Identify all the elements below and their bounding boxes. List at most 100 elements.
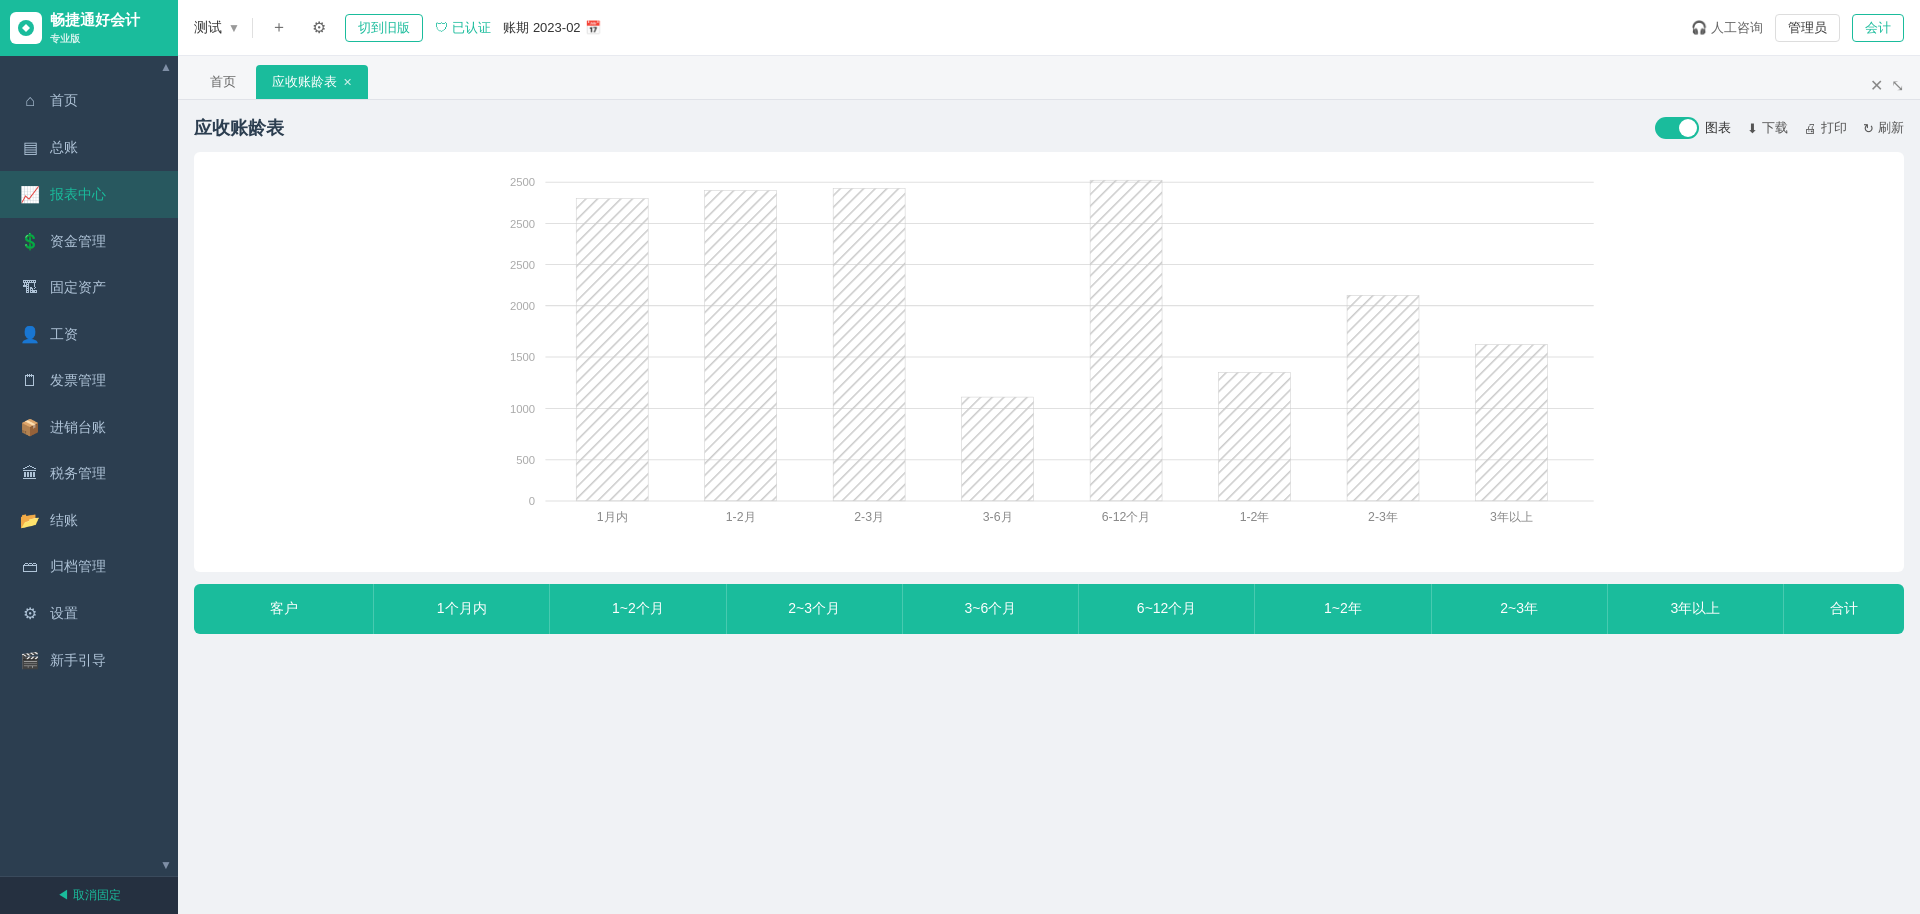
- tab-aging[interactable]: 应收账龄表 ✕: [256, 65, 368, 99]
- sidebar-item-wages[interactable]: 👤 工资: [0, 311, 178, 358]
- tab-home-label: 首页: [210, 73, 236, 91]
- refresh-label: 刷新: [1878, 119, 1904, 137]
- sidebar-item-close[interactable]: 📂 结账: [0, 497, 178, 544]
- sidebar-item-settings[interactable]: ⚙ 设置: [0, 590, 178, 637]
- calendar-icon[interactable]: 📅: [585, 20, 601, 35]
- headset-icon: 🎧: [1691, 20, 1707, 35]
- sidebar-label-tax: 税务管理: [50, 465, 106, 483]
- close-book-icon: 📂: [20, 511, 40, 530]
- sidebar-label-home: 首页: [50, 92, 78, 110]
- svg-text:1-2月: 1-2月: [726, 510, 756, 524]
- sidebar-label-inventory: 进销台账: [50, 419, 106, 437]
- invoice-icon: 🗒: [20, 372, 40, 390]
- bar-3年以上: [1476, 345, 1548, 501]
- guide-icon: 🎬: [20, 651, 40, 670]
- print-label: 打印: [1821, 119, 1847, 137]
- period-display: 账期 2023-02 📅: [503, 19, 601, 37]
- svg-text:6-12个月: 6-12个月: [1102, 510, 1151, 524]
- sidebar-label-funds: 资金管理: [50, 233, 106, 251]
- print-btn[interactable]: 🖨 打印: [1804, 119, 1847, 137]
- logo-icon: [10, 12, 42, 44]
- col-1-2m: 1~2个月: [550, 584, 726, 634]
- period-label: 账期: [503, 19, 529, 37]
- table-container: 客户 1个月内 1~2个月 2~3个月 3~6个月 6~12个月 1~2年 2~…: [194, 584, 1904, 634]
- page-actions: 图表 ⬇ 下载 🖨 打印 ↻ 刷新: [1655, 117, 1904, 139]
- svg-text:2500: 2500: [510, 218, 535, 230]
- page-header: 应收账龄表 图表 ⬇ 下载 🖨 打印 ↻: [194, 116, 1904, 140]
- sidebar-label-ledger: 总账: [50, 139, 78, 157]
- tab-close-icon[interactable]: ✕: [343, 76, 352, 89]
- sidebar-item-home[interactable]: ⌂ 首页: [0, 78, 178, 124]
- col-customer: 客户: [194, 584, 374, 634]
- chart-toggle-label: 图表: [1705, 119, 1731, 137]
- close-window-icon[interactable]: ✕: [1870, 76, 1883, 95]
- sidebar-label-wages: 工资: [50, 326, 78, 344]
- sidebar-item-ledger[interactable]: ▤ 总账: [0, 124, 178, 171]
- cancel-fixed-btn[interactable]: ◀ 取消固定: [0, 876, 178, 914]
- sidebar-item-tax[interactable]: 🏛 税务管理: [0, 451, 178, 497]
- sidebar-item-funds[interactable]: 💲 资金管理: [0, 218, 178, 265]
- add-btn[interactable]: ＋: [265, 14, 293, 42]
- archive-icon: 🗃: [20, 558, 40, 576]
- role-btn[interactable]: 会计: [1852, 14, 1904, 42]
- sidebar-item-reports[interactable]: 📈 报表中心: [0, 171, 178, 218]
- col-3-6m: 3~6个月: [903, 584, 1079, 634]
- table-header: 客户 1个月内 1~2个月 2~3个月 3~6个月 6~12个月 1~2年 2~…: [194, 584, 1904, 634]
- bar-2-3年: [1347, 295, 1419, 501]
- switch-old-btn[interactable]: 切到旧版: [345, 14, 423, 42]
- assets-icon: 🏗: [20, 279, 40, 297]
- sidebar-item-archive[interactable]: 🗃 归档管理: [0, 544, 178, 590]
- print-icon: 🖨: [1804, 121, 1817, 136]
- svg-text:1000: 1000: [510, 403, 535, 415]
- inventory-icon: 📦: [20, 418, 40, 437]
- company-chevron-icon: ▼: [228, 21, 240, 35]
- page-title: 应收账龄表: [194, 116, 284, 140]
- col-total: 合计: [1784, 584, 1904, 634]
- expand-icon[interactable]: ⤡: [1891, 76, 1904, 95]
- chart-toggle[interactable]: [1655, 117, 1699, 139]
- sidebar-label-assets: 固定资产: [50, 279, 106, 297]
- bar-6-12月: [1090, 180, 1162, 501]
- bar-3-6月: [962, 397, 1034, 501]
- scroll-up-arrow[interactable]: ▲: [158, 58, 174, 76]
- scroll-down-arrow[interactable]: ▼: [158, 856, 174, 874]
- chart-inner: 2500 2500 2500 2000 1500 1000 500 0: [224, 172, 1874, 542]
- content-area: 应收账龄表 图表 ⬇ 下载 🖨 打印 ↻: [178, 100, 1920, 914]
- funds-icon: 💲: [20, 232, 40, 251]
- sidebar-label-archive: 归档管理: [50, 558, 106, 576]
- svg-text:3-6月: 3-6月: [983, 510, 1013, 524]
- sidebar-nav: ⌂ 首页 ▤ 总账 📈 报表中心 💲 资金管理 🏗 固定资产 👤 工资 🗒 发票…: [0, 78, 178, 854]
- sidebar-item-invoice[interactable]: 🗒 发票管理: [0, 358, 178, 404]
- settings-gear-btn[interactable]: ⚙: [305, 14, 333, 42]
- bar-1-2月: [705, 191, 777, 501]
- service-btn[interactable]: 🎧 人工咨询: [1691, 19, 1763, 37]
- home-icon: ⌂: [20, 92, 40, 110]
- svg-text:3年以上: 3年以上: [1490, 510, 1533, 524]
- company-selector[interactable]: 测试 ▼: [194, 19, 240, 37]
- sidebar-label-guide: 新手引导: [50, 652, 106, 670]
- tab-home[interactable]: 首页: [194, 65, 252, 99]
- svg-text:1-2年: 1-2年: [1240, 510, 1270, 524]
- pin-left-icon: ◀: [57, 888, 69, 902]
- topbar: 测试 ▼ ＋ ⚙ 切到旧版 🛡 已认证 账期 2023-02 📅 🎧 人工咨询 …: [178, 0, 1920, 56]
- user-btn[interactable]: 管理员: [1775, 14, 1840, 42]
- col-6-12m: 6~12个月: [1079, 584, 1255, 634]
- sidebar-item-assets[interactable]: 🏗 固定资产: [0, 265, 178, 311]
- bar-chart: 2500 2500 2500 2000 1500 1000 500 0: [224, 172, 1874, 542]
- sidebar-label-invoice: 发票管理: [50, 372, 106, 390]
- col-1m: 1个月内: [374, 584, 550, 634]
- svg-text:0: 0: [529, 495, 535, 507]
- download-label: 下载: [1762, 119, 1788, 137]
- sidebar-item-inventory[interactable]: 📦 进销台账: [0, 404, 178, 451]
- period-value: 2023-02: [533, 20, 581, 35]
- reports-icon: 📈: [20, 185, 40, 204]
- tabbar: 首页 应收账龄表 ✕ ✕ ⤡: [178, 56, 1920, 100]
- bar-1月内: [576, 199, 648, 501]
- col-2-3y: 2~3年: [1432, 584, 1608, 634]
- refresh-btn[interactable]: ↻ 刷新: [1863, 119, 1904, 137]
- bar-1-2年: [1219, 372, 1291, 500]
- download-btn[interactable]: ⬇ 下载: [1747, 119, 1788, 137]
- main-area: 测试 ▼ ＋ ⚙ 切到旧版 🛡 已认证 账期 2023-02 📅 🎧 人工咨询 …: [178, 0, 1920, 914]
- sidebar-item-guide[interactable]: 🎬 新手引导: [0, 637, 178, 684]
- svg-text:2-3年: 2-3年: [1368, 510, 1398, 524]
